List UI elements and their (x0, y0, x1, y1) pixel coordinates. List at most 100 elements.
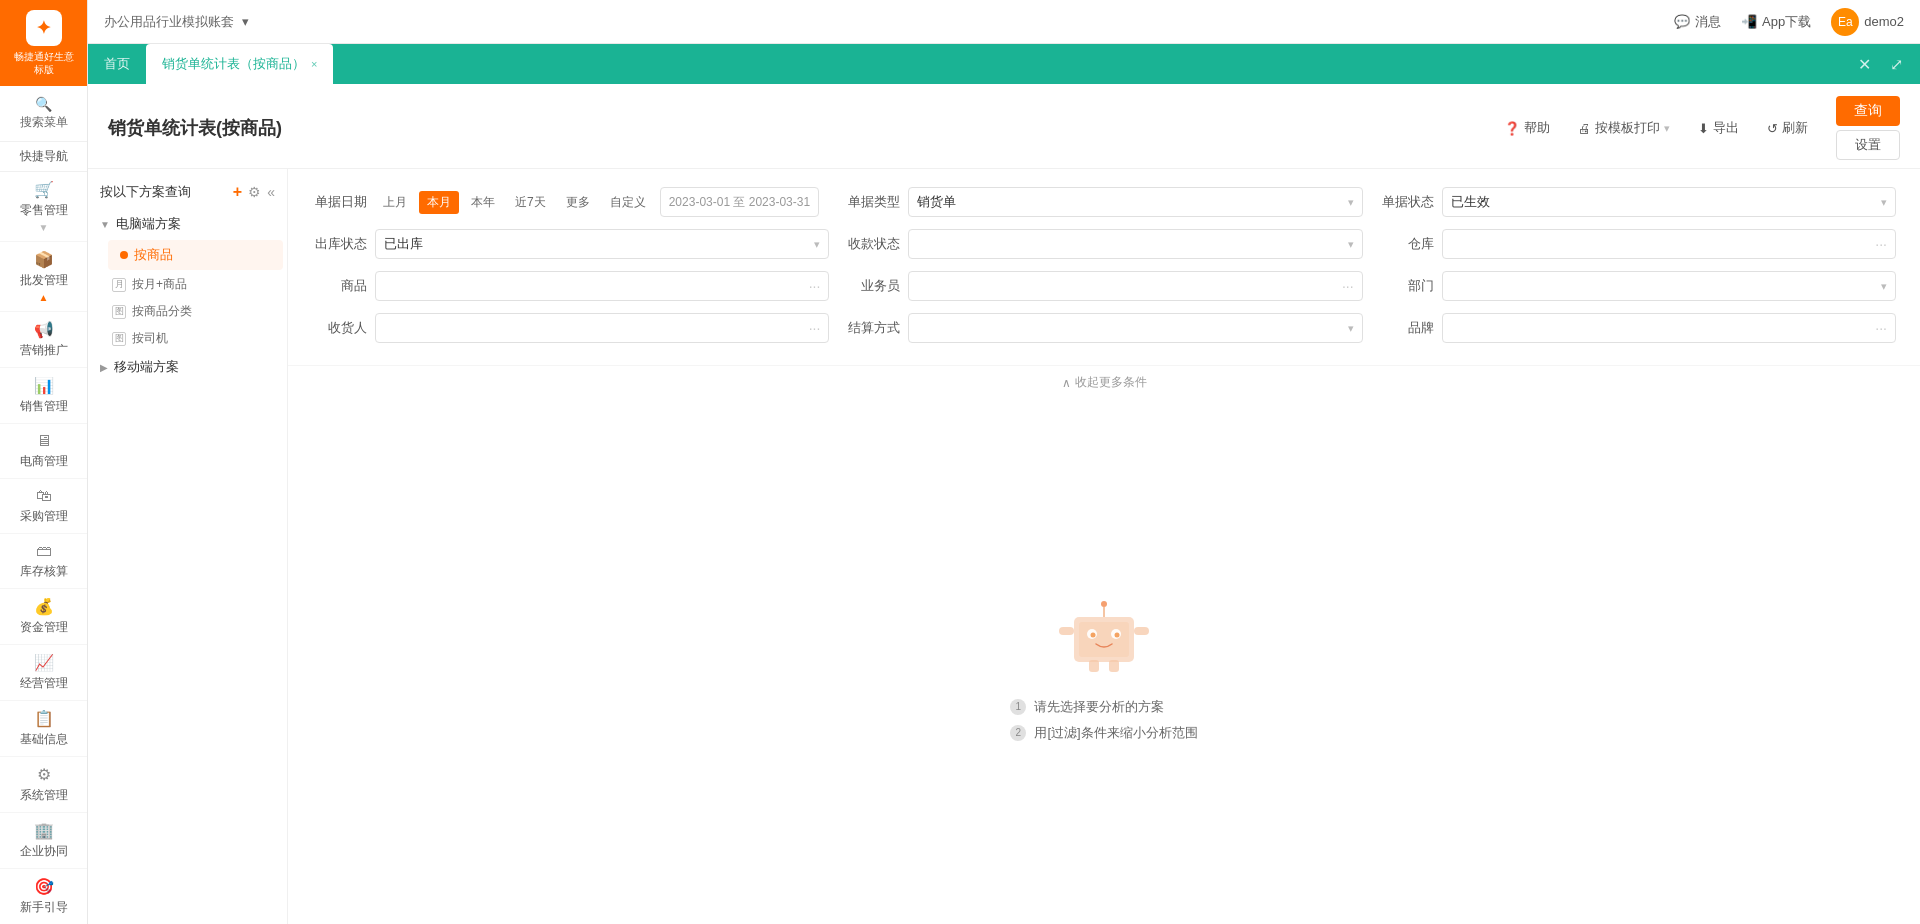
goods-input[interactable]: ··· (375, 271, 829, 301)
sidebar-item-finance[interactable]: 💰 资金管理 (0, 589, 87, 645)
brand-dots-icon: ··· (1875, 320, 1887, 336)
filter-doctype-cell: 单据类型 销货单 ▾ (837, 181, 1370, 223)
sidebar-item-system[interactable]: ⚙ 系统管理 (0, 757, 87, 813)
enterprise-label: 企业协同 (20, 843, 68, 860)
scheme-item-by-goods[interactable]: 按商品 (108, 240, 283, 270)
avatar: Ea (1831, 8, 1859, 36)
scheme-mobile-group[interactable]: ▶ 移动端方案 (88, 352, 287, 382)
user-btn[interactable]: Ea demo2 (1831, 8, 1904, 36)
doctype-input[interactable]: 销货单 ▾ (908, 187, 1362, 217)
sidebar-item-inventory[interactable]: 🗃 库存核算 (0, 534, 87, 589)
home-tab-label: 首页 (104, 55, 130, 73)
paymentstatus-input[interactable]: ▾ (908, 229, 1362, 259)
driver-icon: 图 (112, 332, 126, 346)
warehouse-label: 仓库 (1379, 235, 1434, 253)
tip-num-2: 2 (1010, 725, 1026, 741)
operation-icon: 📈 (34, 653, 54, 672)
date-tab-custom[interactable]: 自定义 (602, 191, 654, 214)
sidebar-item-enterprise[interactable]: 🏢 企业协同 (0, 813, 87, 869)
date-range-input[interactable]: 2023-03-01 至 2023-03-31 (660, 187, 819, 217)
date-tab-7days[interactable]: 近7天 (507, 191, 554, 214)
export-btn[interactable]: ⬇ 导出 (1690, 115, 1747, 141)
sidebar-quick-nav[interactable]: 快捷导航 (0, 142, 87, 172)
tab-sales-stat[interactable]: 销货单统计表（按商品） × (146, 44, 333, 84)
warehouse-input[interactable]: ··· (1442, 229, 1896, 259)
docstatus-value: 已生效 (1451, 193, 1490, 211)
help-btn[interactable]: ❓ 帮助 (1496, 115, 1558, 141)
svg-point-5 (1115, 632, 1120, 637)
ecommerce-label: 电商管理 (20, 453, 68, 470)
tab-close-all-btn[interactable]: ✕ (1852, 52, 1876, 76)
tab-home[interactable]: 首页 (88, 44, 146, 84)
salesperson-dots-icon: ··· (1342, 278, 1354, 294)
scheme-sub-by-month-goods[interactable]: 月 按月+商品 (104, 271, 287, 298)
doctype-label: 单据类型 (845, 193, 900, 211)
outstatus-label: 出库状态 (312, 235, 367, 253)
scheme-add-btn[interactable]: + (233, 183, 242, 201)
salesperson-input[interactable]: ··· (908, 271, 1362, 301)
date-tab-more[interactable]: 更多 (558, 191, 598, 214)
svg-rect-11 (1109, 660, 1119, 672)
print-dropdown-icon[interactable]: ▾ (1664, 122, 1670, 135)
filter-brand-cell: 品牌 ··· (1371, 307, 1904, 349)
marketing-icon: 📢 (34, 320, 54, 339)
breadcrumb-chevron[interactable]: ▾ (242, 14, 249, 29)
scheme-desktop-title[interactable]: ▼ 电脑端方案 (88, 209, 287, 239)
scheme-settings-btn[interactable]: ⚙ (248, 184, 261, 200)
tab-expand-btn[interactable]: ⤢ (1884, 52, 1908, 76)
sidebar-item-purchase[interactable]: 🛍 采购管理 (0, 479, 87, 534)
tabbar-end: ✕ ⤢ (1852, 52, 1920, 76)
wholesale-label: 批发管理 (20, 272, 68, 289)
finance-icon: 💰 (34, 597, 54, 616)
brand-input[interactable]: ··· (1442, 313, 1896, 343)
sidebar-logo[interactable]: ✦ 畅捷通好生意 标版 (0, 0, 88, 86)
content-body: 按以下方案查询 + ⚙ « ▼ 电脑端方案 按商 (88, 169, 1920, 924)
collapse-bar[interactable]: ∧ 收起更多条件 (288, 365, 1920, 399)
scheme-sub-by-driver[interactable]: 图 按司机 (104, 325, 287, 352)
download-btn[interactable]: 📲 App下载 (1741, 13, 1811, 31)
date-tab-last-month[interactable]: 上月 (375, 191, 415, 214)
help-label: 帮助 (1524, 119, 1550, 137)
purchase-label: 采购管理 (20, 508, 68, 525)
salesperson-label: 业务员 (845, 277, 900, 295)
department-input[interactable]: ▾ (1442, 271, 1896, 301)
date-tab-this-year[interactable]: 本年 (463, 191, 503, 214)
sidebar-item-basic[interactable]: 📋 基础信息 (0, 701, 87, 757)
svg-rect-10 (1089, 660, 1099, 672)
tab-close-btn[interactable]: × (311, 58, 317, 70)
svg-rect-1 (1079, 622, 1129, 657)
docstatus-label: 单据状态 (1379, 193, 1434, 211)
scheme-sub-by-category[interactable]: 图 按商品分类 (104, 298, 287, 325)
receiver-label: 收货人 (312, 319, 367, 337)
svg-point-4 (1091, 632, 1096, 637)
sidebar-search-menu[interactable]: 🔍 搜索菜单 (0, 86, 87, 142)
sidebar-item-ecommerce[interactable]: 🖥 电商管理 (0, 424, 87, 479)
receiver-input[interactable]: ··· (375, 313, 829, 343)
logo-text: 畅捷通好生意 (14, 50, 74, 63)
paymentmethod-input[interactable]: ▾ (908, 313, 1362, 343)
outstatus-input[interactable]: 已出库 ▾ (375, 229, 829, 259)
query-btn[interactable]: 查询 (1836, 96, 1900, 126)
tip-num-1: 1 (1010, 699, 1026, 715)
refresh-btn[interactable]: ↺ 刷新 (1759, 115, 1816, 141)
sidebar-item-sales[interactable]: 📊 销售管理 (0, 368, 87, 424)
warehouse-dots-icon: ··· (1875, 236, 1887, 252)
settings-btn[interactable]: 设置 (1836, 130, 1900, 160)
department-label: 部门 (1379, 277, 1434, 295)
message-btn[interactable]: 💬 消息 (1674, 13, 1721, 31)
sidebar-item-marketing[interactable]: 📢 营销推广 (0, 312, 87, 368)
sidebar-item-wholesale[interactable]: 📦 批发管理 ▲ (0, 242, 87, 312)
enterprise-icon: 🏢 (34, 821, 54, 840)
sidebar-item-tutorial[interactable]: 🎯 新手引导 (0, 869, 87, 924)
sidebar-item-operation[interactable]: 📈 经营管理 (0, 645, 87, 701)
sidebar-item-retail[interactable]: 🛒 零售管理 ▼ (0, 172, 87, 242)
docstatus-input[interactable]: 已生效 ▾ (1442, 187, 1896, 217)
sales-icon: 📊 (34, 376, 54, 395)
date-tab-this-month[interactable]: 本月 (419, 191, 459, 214)
empty-illustration (1054, 582, 1154, 682)
scheme-collapse-btn[interactable]: « (267, 184, 275, 200)
empty-state: 1 请先选择要分析的方案 2 用[过滤]条件来缩小分析范围 (288, 399, 1920, 924)
empty-tip-2: 2 用[过滤]条件来缩小分析范围 (1010, 724, 1197, 742)
print-btn[interactable]: 🖨 按模板打印 ▾ (1570, 115, 1678, 141)
goods-dots-icon: ··· (809, 278, 821, 294)
